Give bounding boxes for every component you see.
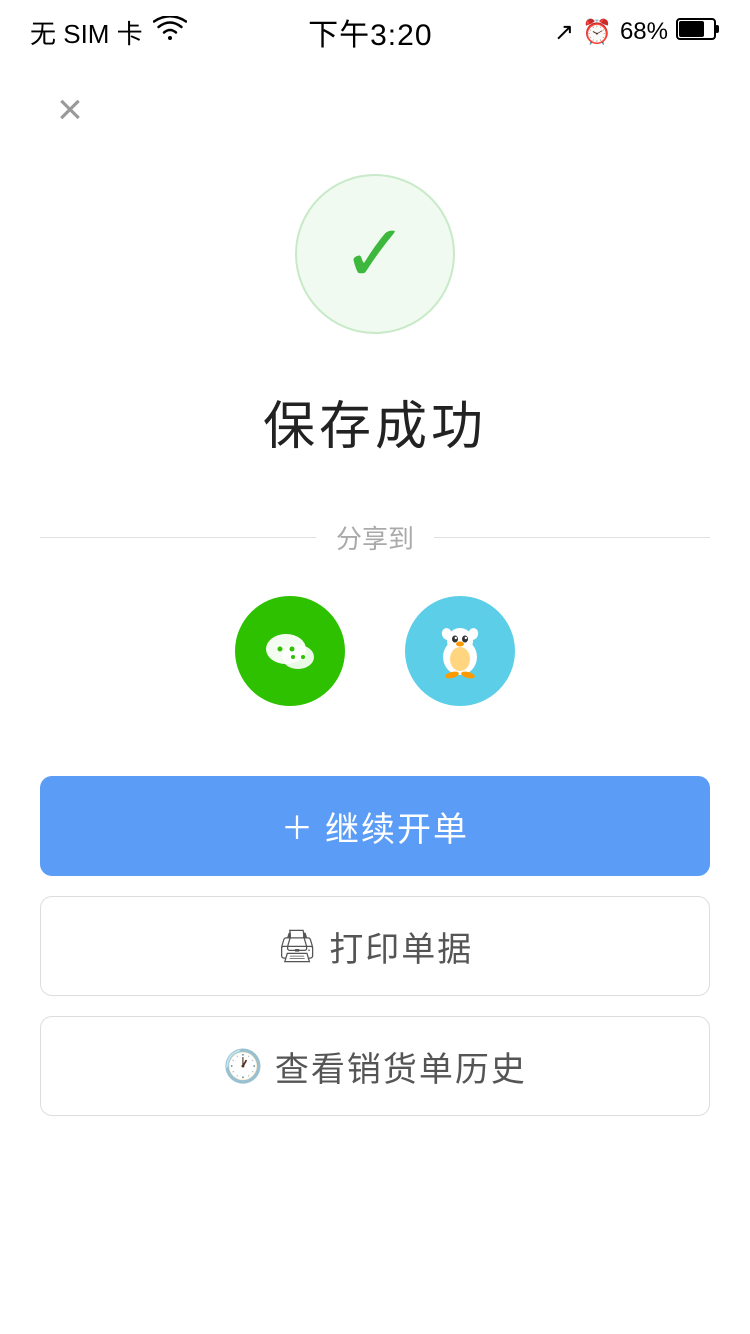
no-sim-label: 无 SIM 卡 [30,14,143,51]
action-buttons: ＋ 继续开单 🖨 打印单据 🕐 查看销货单历史 [40,776,710,1116]
close-button[interactable]: × [40,80,100,140]
status-time: 下午3:20 [308,10,432,54]
wechat-icon [258,619,323,684]
continue-label: 继续开单 [325,802,469,851]
status-right: ↗ ⏰ 68% [554,17,720,48]
success-title: 保存成功 [263,384,487,459]
close-icon: × [57,88,83,132]
status-bar: 无 SIM 卡 下午3:20 ↗ ⏰ 68% [0,0,750,64]
qq-icon [428,619,493,684]
divider-left [40,537,316,538]
battery-icon [676,17,720,48]
qq-share-button[interactable] [405,596,515,706]
checkmark-icon: ✓ [341,214,408,294]
share-label: 分享到 [336,519,414,556]
divider-right [434,537,710,538]
status-left: 无 SIM 卡 [30,14,187,51]
clock-icon: 🕐 [223,1047,263,1085]
share-section: 分享到 [40,519,710,556]
success-circle: ✓ [295,174,455,334]
alarm-icon: ⏰ [582,18,612,47]
print-button[interactable]: 🖨 打印单据 [40,896,710,996]
main-content: ✓ 保存成功 分享到 [0,64,750,1116]
continue-button[interactable]: ＋ 继续开单 [40,776,710,876]
wifi-icon [153,16,187,49]
history-button[interactable]: 🕐 查看销货单历史 [40,1016,710,1116]
printer-icon: 🖨 [277,927,318,965]
share-icons-row [235,596,515,706]
battery-label: 68% [620,18,668,46]
history-label: 查看销货单历史 [275,1042,527,1091]
print-label: 打印单据 [329,922,473,971]
location-icon: ↗ [554,18,574,47]
plus-icon: ＋ [281,803,313,849]
wechat-share-button[interactable] [235,596,345,706]
